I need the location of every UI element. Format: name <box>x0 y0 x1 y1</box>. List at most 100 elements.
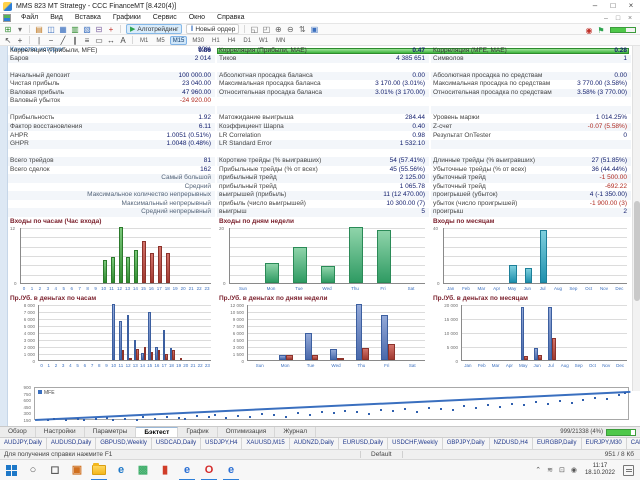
navigator-icon[interactable]: ▥ <box>69 24 81 34</box>
trendline-icon[interactable]: ╱ <box>57 35 69 45</box>
menu-Вид[interactable]: Вид <box>44 13 69 23</box>
file-explorer-icon[interactable] <box>88 460 110 480</box>
stop-test-icon[interactable]: ◉ <box>583 25 595 35</box>
taskbar-clock[interactable]: 11:17 18.10.2022 <box>580 463 620 477</box>
timeframe-M5[interactable]: M5 <box>153 36 167 45</box>
vertical-line-icon[interactable]: | <box>33 35 45 45</box>
arrows-icon[interactable]: ↔ <box>105 35 117 45</box>
tester-tab-График[interactable]: График <box>178 427 218 437</box>
rectangle-icon[interactable]: ▭ <box>93 35 105 45</box>
timeframe-MN[interactable]: MN <box>273 36 288 45</box>
start-button[interactable] <box>0 460 22 480</box>
tester-tab-Настройки[interactable]: Настройки <box>36 427 85 437</box>
tester-tab-Бэктест[interactable]: Бэктест <box>136 427 179 437</box>
new-chart-icon[interactable]: ⊞ <box>2 24 14 34</box>
chart-tab-GBPUSD[interactable]: GBPUSD,Weekly <box>96 438 152 449</box>
timeframe-M15[interactable]: M15 <box>169 35 188 45</box>
chart-tab-EURJPY[interactable]: EURJPY,M30 <box>582 438 627 449</box>
timeframe-M1[interactable]: M1 <box>137 36 151 45</box>
chart-shift-icon[interactable]: ▣ <box>308 24 320 34</box>
cascade-windows-icon[interactable]: ◰ <box>260 24 272 34</box>
chart-tab-USDCHF[interactable]: USDCHF,Weekly <box>388 438 443 449</box>
close-button[interactable]: × <box>622 0 640 12</box>
data-window-icon[interactable]: ▦ <box>57 24 69 34</box>
browser-icon[interactable]: e <box>220 460 242 480</box>
photos-icon[interactable]: ▩ <box>132 460 154 480</box>
tray-chevron-icon[interactable]: ⌃ <box>532 466 544 474</box>
mdi-close-button[interactable]: × <box>624 15 636 22</box>
task-view-icon[interactable]: ◻ <box>44 460 66 480</box>
menu-Вставка[interactable]: Вставка <box>69 13 107 23</box>
tile-windows-icon[interactable]: ◱ <box>248 24 260 34</box>
zoom-in-icon[interactable]: ⊕ <box>272 24 284 34</box>
crosshair-icon[interactable]: + <box>14 35 26 45</box>
menu-Сервис[interactable]: Сервис <box>147 13 183 23</box>
menu-Файл[interactable]: Файл <box>15 13 44 23</box>
ie-icon[interactable]: e <box>176 460 198 480</box>
chart-tab-AUDJPY[interactable]: AUDJPY,Daily <box>0 438 47 449</box>
y-axis-label: 6 000 <box>232 330 244 336</box>
new-order-icon[interactable]: + <box>105 24 117 34</box>
mdi-child-icon[interactable] <box>3 14 11 22</box>
notification-center-icon[interactable] <box>623 464 634 476</box>
timeframe-W1[interactable]: W1 <box>256 36 271 45</box>
stat-value: 27 (51.85%) <box>591 157 627 165</box>
app-icon <box>3 1 12 11</box>
y-axis-label: 6 000 <box>23 316 35 322</box>
strategy-tester-icon[interactable]: ⊟ <box>93 24 105 34</box>
stat-label: GHPR <box>10 140 29 148</box>
chart-tab-XAUUSD[interactable]: XAUUSD,M15 <box>242 438 290 449</box>
chart-tab-GBPJPY[interactable]: GBPJPY,Daily <box>443 438 490 449</box>
zoom-out-icon[interactable]: ⊖ <box>284 24 296 34</box>
chart-tab-CADCHF[interactable]: CADCHF,Daily <box>627 438 640 449</box>
edge-icon[interactable]: e <box>110 460 132 480</box>
chart-tab-USDCAD[interactable]: USDCAD,Daily <box>152 438 202 449</box>
fibonacci-icon[interactable]: ≡ <box>81 35 93 45</box>
chart-tab-AUDNZD[interactable]: AUDNZD,Daily <box>290 438 339 449</box>
timeframe-H1[interactable]: H1 <box>209 36 223 45</box>
agent-icon[interactable]: ⚑ <box>595 25 607 35</box>
toolbox-icon[interactable]: ▧ <box>81 24 93 34</box>
chart-type-dropdown[interactable]: ▾ <box>14 24 26 34</box>
auto-scroll-icon[interactable]: ⇅ <box>296 24 308 34</box>
market-watch-icon[interactable]: ◫ <box>45 24 57 34</box>
report-scrollbar[interactable] <box>632 46 640 391</box>
timeframe-H4[interactable]: H4 <box>225 36 239 45</box>
cursor-icon[interactable]: ↖ <box>2 35 14 45</box>
chart-tab-EURUSD[interactable]: EURUSD,Daily <box>339 438 389 449</box>
opera-icon[interactable]: O <box>198 460 220 480</box>
new-order-button[interactable]: ‖ Новый ордер <box>186 24 240 34</box>
tester-tab-Журнал[interactable]: Журнал <box>275 427 317 437</box>
tray-icon-1[interactable]: ⊡ <box>556 466 568 474</box>
metatrader-icon[interactable]: ▮ <box>154 460 176 480</box>
tester-tab-Параметры[interactable]: Параметры <box>85 427 137 437</box>
horizontal-line-icon[interactable]: − <box>45 35 57 45</box>
minimize-button[interactable]: – <box>586 0 604 12</box>
tray-icon-2[interactable]: ◉ <box>568 466 580 474</box>
status-profile[interactable]: Default <box>360 451 403 458</box>
menu-Справка[interactable]: Справка <box>211 13 250 23</box>
chart-tab-EURGBP[interactable]: EURGBP,Daily <box>533 438 582 449</box>
menu-Графики[interactable]: Графики <box>107 13 147 23</box>
maximize-button[interactable]: □ <box>604 0 622 12</box>
profiles-icon[interactable]: ▤ <box>33 24 45 34</box>
timeframe-D1[interactable]: D1 <box>240 36 254 45</box>
tester-tab-Обзор[interactable]: Обзор <box>0 427 36 437</box>
chart-tab-NZDUSD[interactable]: NZDUSD,H4 <box>490 438 533 449</box>
chart-tab-USDJPY[interactable]: USDJPY,H4 <box>201 438 243 449</box>
timeframe-M30[interactable]: M30 <box>189 36 207 45</box>
algo-trading-button[interactable]: ▶ Алготрейдинг <box>126 24 183 34</box>
text-label-icon[interactable]: A <box>117 35 129 45</box>
tray-icon-0[interactable]: ≋ <box>544 466 556 474</box>
mdi-minimize-button[interactable]: – <box>600 15 612 22</box>
stat-label: прибыльный трейд <box>219 174 277 182</box>
docked-panel-edge[interactable] <box>0 46 8 437</box>
tester-tab-Оптимизация[interactable]: Оптимизация <box>218 427 276 437</box>
channel-icon[interactable]: ∥ <box>69 35 81 45</box>
menu-Окно[interactable]: Окно <box>183 13 211 23</box>
scrollbar-thumb[interactable] <box>634 201 640 301</box>
search-icon[interactable]: ○ <box>22 460 44 480</box>
mdi-maximize-button[interactable]: □ <box>612 15 624 22</box>
chart-tab-AUDUSD[interactable]: AUDUSD,Daily <box>47 438 97 449</box>
store-icon[interactable]: ▣ <box>66 460 88 480</box>
